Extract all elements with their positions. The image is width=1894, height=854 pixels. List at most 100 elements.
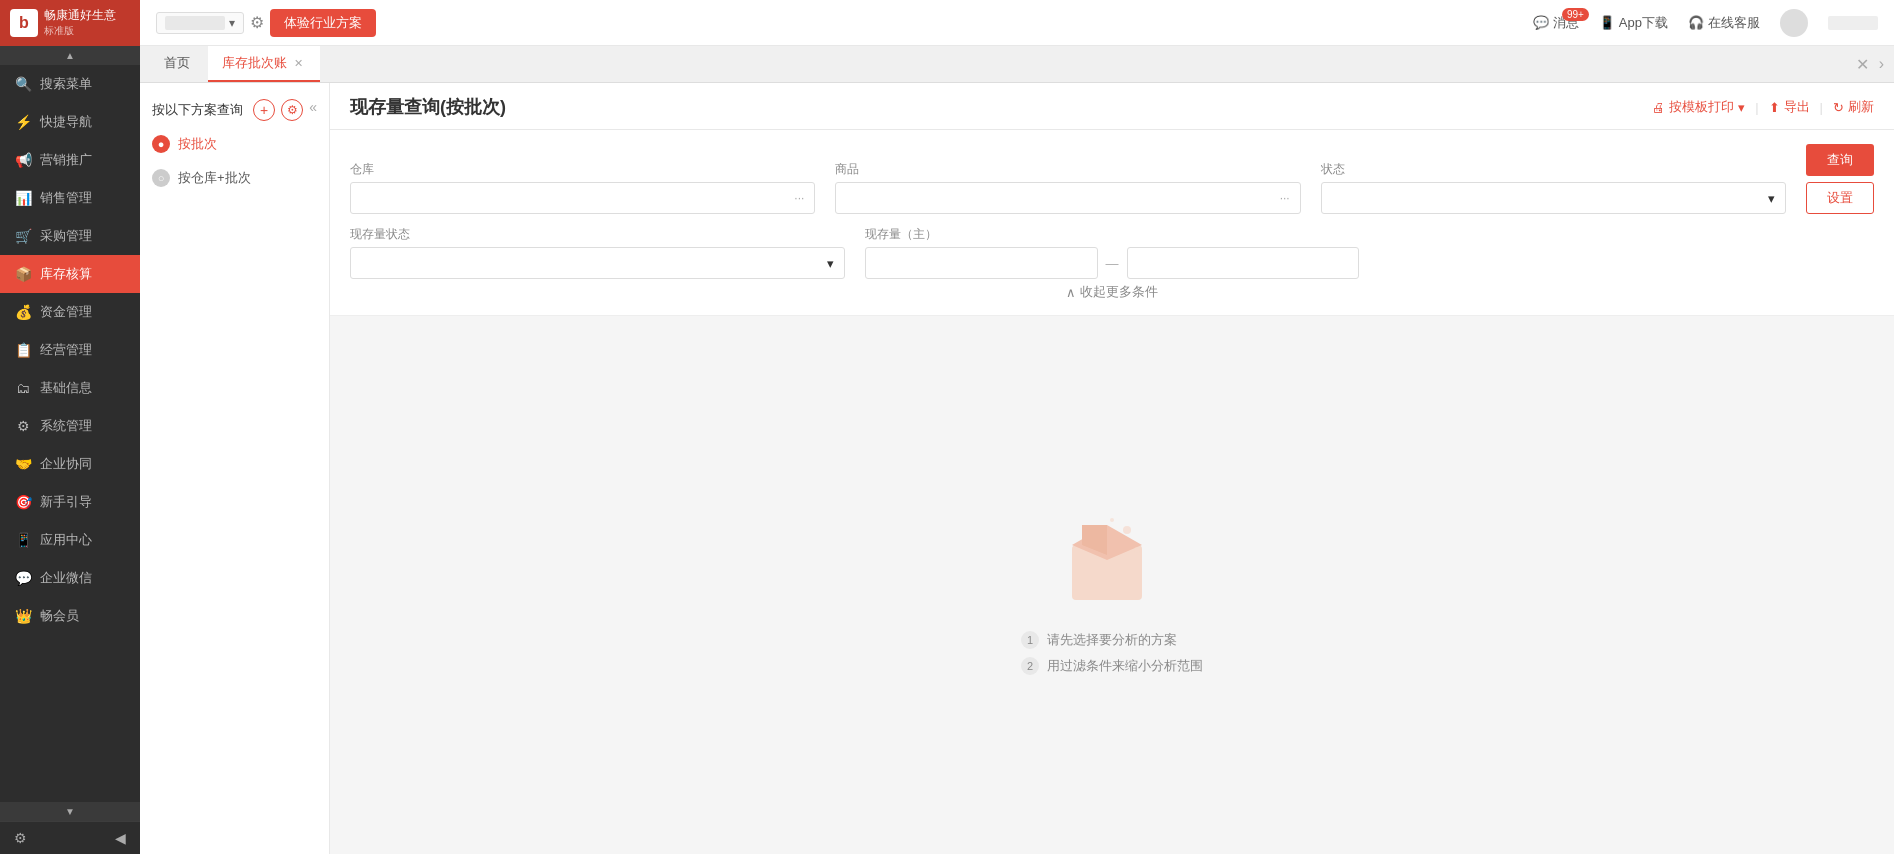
- refresh-btn[interactable]: ↻ 刷新: [1833, 98, 1874, 116]
- sidebar-item-quicknav-label: 快捷导航: [40, 113, 92, 131]
- search-buttons: 查询 设置: [1806, 144, 1874, 214]
- print-template-btn[interactable]: 🖨 按模板打印 ▾: [1652, 98, 1745, 116]
- basic-icon: 🗂: [14, 379, 32, 397]
- collapse-sidebar-icon[interactable]: ◀: [115, 830, 126, 846]
- product-input[interactable]: ···: [835, 182, 1300, 214]
- inventory-icon: 📦: [14, 265, 32, 283]
- settings-scheme-btn[interactable]: ⚙: [281, 99, 303, 121]
- step1-label: 请先选择要分析的方案: [1047, 631, 1177, 649]
- sidebar-item-enterprise[interactable]: 🤝 企业协同: [0, 445, 140, 483]
- quantity-max-input[interactable]: [1127, 247, 1360, 279]
- apps-icon: 📱: [14, 531, 32, 549]
- sidebar-item-sales[interactable]: 📊 销售管理: [0, 179, 140, 217]
- sidebar-item-finance[interactable]: 💰 资金管理: [0, 293, 140, 331]
- collapse-more-btn[interactable]: ∧ 收起更多条件: [350, 283, 1874, 301]
- user-avatar[interactable]: [1780, 9, 1808, 37]
- status-field: 状态 ▾: [1321, 161, 1786, 214]
- search-row-1: 仓库 ··· 商品 ··· 状态: [350, 144, 1874, 214]
- experience-btn[interactable]: 体验行业方案: [270, 9, 376, 37]
- marketing-icon: 📢: [14, 151, 32, 169]
- sidebar-item-operations[interactable]: 📋 经营管理: [0, 331, 140, 369]
- tab-batch-close[interactable]: ✕: [291, 56, 306, 71]
- sidebar-item-finance-label: 资金管理: [40, 303, 92, 321]
- content-area: 按以下方案查询 + ⚙ « ● 按批次 ○ 按仓库+批次 现存量查询(按批次): [140, 83, 1894, 854]
- warehouse-input[interactable]: ···: [350, 182, 815, 214]
- user-name-label: [1828, 16, 1878, 30]
- export-icon: ⬆: [1769, 100, 1780, 115]
- search-form: 仓库 ··· 商品 ··· 状态: [330, 130, 1894, 316]
- sidebar-item-newbie-label: 新手引导: [40, 493, 92, 511]
- stock-status-field: 现存量状态 ▾: [350, 226, 845, 279]
- sidebar-item-system[interactable]: ⚙ 系统管理: [0, 407, 140, 445]
- sidebar-item-basic[interactable]: 🗂 基础信息: [0, 369, 140, 407]
- quantity-min-input[interactable]: [865, 247, 1098, 279]
- page-actions: 🖨 按模板打印 ▾ | ⬆ 导出 | ↻ 刷新: [1652, 98, 1874, 116]
- filter-item-by-warehouse-batch[interactable]: ○ 按仓库+批次: [140, 161, 329, 195]
- tab-batch[interactable]: 库存批次账 ✕: [208, 46, 320, 82]
- stock-status-select[interactable]: ▾: [350, 247, 845, 279]
- sidebar-item-wechat[interactable]: 💬 企业微信: [0, 559, 140, 597]
- topbar-breadcrumb: ▾ ⚙ 体验行业方案: [156, 9, 1521, 37]
- edition-label: 标准版: [44, 24, 116, 38]
- print-dropdown-icon[interactable]: ▾: [1738, 100, 1745, 115]
- message-icon: 💬: [1533, 15, 1549, 30]
- svg-point-5: [1110, 518, 1114, 522]
- warehouse-more-icon[interactable]: ···: [794, 191, 804, 205]
- collapse-chevron-icon: ∧: [1066, 285, 1076, 300]
- sidebar-item-marketing[interactable]: 📢 营销推广: [0, 141, 140, 179]
- warehouse-field: 仓库 ···: [350, 161, 815, 214]
- refresh-icon: ↻: [1833, 100, 1844, 115]
- query-btn[interactable]: 查询: [1806, 144, 1874, 176]
- sidebar-header: b 畅康通好生意 标准版: [0, 0, 140, 46]
- refresh-label: 刷新: [1848, 98, 1874, 116]
- sidebar-item-marketing-label: 营销推广: [40, 151, 92, 169]
- tabs-right-controls: ✕ ›: [1852, 55, 1884, 74]
- sidebar-item-search[interactable]: 🔍 搜索菜单: [0, 65, 140, 103]
- sidebar-item-quicknav[interactable]: ⚡ 快捷导航: [0, 103, 140, 141]
- export-btn[interactable]: ⬆ 导出: [1769, 98, 1810, 116]
- app-download-btn[interactable]: 📱 App下载: [1599, 14, 1668, 32]
- page-title: 现存量查询(按批次): [350, 95, 506, 119]
- sidebar-item-sales-label: 销售管理: [40, 189, 92, 207]
- topbar-gear-icon[interactable]: ⚙: [250, 13, 264, 32]
- tab-home-label: 首页: [164, 54, 190, 72]
- add-scheme-btn[interactable]: +: [253, 99, 275, 121]
- sidebar-scroll-down[interactable]: ▼: [0, 802, 140, 821]
- tabs-arrow-icon[interactable]: ›: [1879, 55, 1884, 73]
- divider1: |: [1755, 100, 1758, 115]
- status-select[interactable]: ▾: [1321, 182, 1786, 214]
- headset-icon: 🎧: [1688, 15, 1704, 30]
- sidebar-item-search-label: 搜索菜单: [40, 75, 92, 93]
- topbar-dropdown[interactable]: ▾: [156, 12, 244, 34]
- online-service-btn[interactable]: 🎧 在线客服: [1688, 14, 1760, 32]
- filter-item-by-batch-label: 按批次: [178, 135, 217, 153]
- sidebar-nav: 🔍 搜索菜单 ⚡ 快捷导航 📢 营销推广 📊 销售管理 🛒 采购管理 📦 库存核…: [0, 65, 140, 802]
- sidebar-item-newbie[interactable]: 🎯 新手引导: [0, 483, 140, 521]
- enterprise-icon: 🤝: [14, 455, 32, 473]
- sidebar-item-wechat-label: 企业微信: [40, 569, 92, 587]
- tabs-close-icon[interactable]: ✕: [1852, 55, 1873, 74]
- sidebar-scroll-up[interactable]: ▲: [0, 46, 140, 65]
- sidebar-item-apps[interactable]: 📱 应用中心: [0, 521, 140, 559]
- sidebar-item-operations-label: 经营管理: [40, 341, 92, 359]
- sidebar-item-purchase[interactable]: 🛒 采购管理: [0, 217, 140, 255]
- tabs-bar: 首页 库存批次账 ✕ ✕ ›: [140, 46, 1894, 83]
- collapse-panel-icon[interactable]: «: [309, 99, 317, 121]
- filter-item-by-batch[interactable]: ● 按批次: [140, 127, 329, 161]
- company-name: 畅康通好生意: [44, 8, 116, 24]
- tab-home[interactable]: 首页: [150, 46, 204, 82]
- status-label: 状态: [1321, 161, 1786, 178]
- system-icon: ⚙: [14, 417, 32, 435]
- settings-footer-icon[interactable]: ⚙: [14, 830, 27, 846]
- stock-quantity-field: 现存量（主） —: [865, 226, 1360, 279]
- svg-point-3: [1123, 526, 1131, 534]
- main-area: ▾ ⚙ 体验行业方案 💬 消息 99+ 📱 App下载 🎧 在线客服: [140, 0, 1894, 854]
- sidebar-item-inventory[interactable]: 📦 库存核算: [0, 255, 140, 293]
- settings-btn[interactable]: 设置: [1806, 182, 1874, 214]
- empty-step-1: 1 请先选择要分析的方案: [1021, 631, 1203, 649]
- product-more-icon[interactable]: ···: [1280, 191, 1290, 205]
- quantity-range: —: [865, 247, 1360, 279]
- sidebar-item-member[interactable]: 👑 畅会员: [0, 597, 140, 635]
- step-num-2: 2: [1021, 657, 1039, 675]
- messages-btn[interactable]: 💬 消息 99+: [1533, 14, 1579, 32]
